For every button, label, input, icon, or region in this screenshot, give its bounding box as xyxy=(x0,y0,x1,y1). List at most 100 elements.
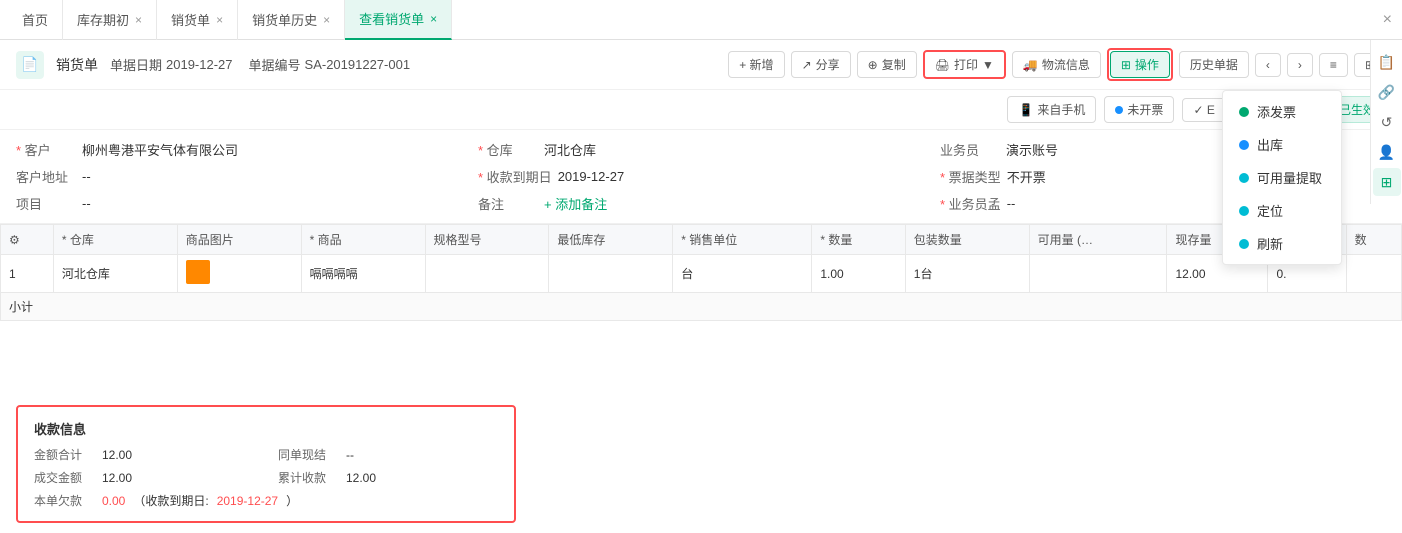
action-row: 📱 来自手机 未开票 ✓ E ✓ 已核销 ✓ 已生效 xyxy=(0,90,1402,130)
address-label: 客户地址 xyxy=(16,167,76,186)
total-value: 12.00 xyxy=(102,448,132,462)
ticket-label: 票据类型 xyxy=(940,167,1001,186)
tab-view-sales[interactable]: 查看销货单 × xyxy=(345,0,452,40)
sidebar-icon-link[interactable]: 🔗 xyxy=(1373,78,1401,106)
dropdown-refresh[interactable]: 刷新 xyxy=(1223,227,1341,260)
cumulative-label: 累计收款 xyxy=(278,469,338,486)
window-close-button[interactable]: × xyxy=(1383,11,1392,29)
customer-label: 客户 xyxy=(16,140,76,159)
ops-highlight-border: ⊞ 操作 xyxy=(1107,48,1173,81)
sidebar-icon-expand[interactable]: ⊞ xyxy=(1373,168,1401,196)
next-button[interactable]: › xyxy=(1287,53,1313,77)
sidebar-icon-refresh[interactable]: ↺ xyxy=(1373,108,1401,136)
tab-close-inventory[interactable]: × xyxy=(135,13,142,27)
row-available xyxy=(1029,255,1167,293)
owe-note: （收款到期日: xyxy=(133,492,208,509)
doc-title-area: 📄 销货单 单据日期 2019-12-27 单据编号 SA-20191227-0… xyxy=(16,51,728,79)
table-section: ⚙ * 仓库 商品图片 * 商品 规格型号 最低库存 * 销售单位 * 数量 包… xyxy=(0,224,1402,395)
doc-icon: 📄 xyxy=(16,51,44,79)
row-amount xyxy=(1346,255,1401,293)
project-value: -- xyxy=(82,196,91,211)
doc-date-label: 单据日期 2019-12-27 xyxy=(110,55,233,74)
table-header-row: ⚙ * 仓库 商品图片 * 商品 规格型号 最低库存 * 销售单位 * 数量 包… xyxy=(1,225,1402,255)
total-label: 金额合计 xyxy=(34,446,94,463)
payment-box: 收款信息 金额合计 12.00 同单现结 -- 成交金额 12.00 累计收款 … xyxy=(16,405,516,523)
product-image xyxy=(186,260,210,284)
same-order-value: -- xyxy=(346,448,354,462)
copy-button[interactable]: ⊕ 复制 xyxy=(857,51,917,78)
row-qty: 1.00 xyxy=(812,255,905,293)
address-value: -- xyxy=(82,169,91,184)
cumulative-item: 累计收款 12.00 xyxy=(278,469,498,486)
not-open-button[interactable]: 未开票 xyxy=(1104,96,1174,123)
add-note-button[interactable]: + 添加备注 xyxy=(544,194,607,213)
staff-value: 演示账号 xyxy=(1006,140,1058,159)
due-date-label: 收款到期日 xyxy=(478,167,552,186)
tab-close-history[interactable]: × xyxy=(323,13,330,27)
row-min-stock xyxy=(549,255,673,293)
history-button[interactable]: 历史单据 xyxy=(1179,51,1249,78)
logistics-button[interactable]: 🚚 物流信息 xyxy=(1012,51,1101,78)
refresh-dot-icon xyxy=(1239,239,1249,249)
sidebar-icon-notes[interactable]: 📋 xyxy=(1373,48,1401,76)
tab-sales-order[interactable]: 销货单 × xyxy=(157,0,238,40)
deal-amount-item: 成交金额 12.00 xyxy=(34,469,254,486)
deal-label: 成交金额 xyxy=(34,469,94,486)
dropdown-ship-out[interactable]: 出库 xyxy=(1223,128,1341,161)
tab-close-sales[interactable]: × xyxy=(216,13,223,27)
tab-sales-history[interactable]: 销货单历史 × xyxy=(238,0,345,40)
confirm-button[interactable]: ✓ E xyxy=(1182,98,1225,122)
print-button[interactable]: 🖨 打印 ▼ xyxy=(923,50,1006,79)
toolbar: + 新增 ↗ 分享 ⊕ 复制 🖨 打印 ▼ 🚚 物流信息 xyxy=(728,48,1386,81)
from-phone-button[interactable]: 📱 来自手机 xyxy=(1007,96,1096,123)
subtotal-row: 小计 xyxy=(1,293,1402,321)
col-spec: 规格型号 xyxy=(425,225,549,255)
customer-value: 柳州粤港平安气体有限公司 xyxy=(82,140,238,159)
add-invoice-dot-icon xyxy=(1239,107,1249,117)
table-row: 1 河北仓库 嗝嗝嗝嗝 台 1.00 1台 12.00 0. xyxy=(1,255,1402,293)
dropdown-add-invoice[interactable]: 添发票 xyxy=(1223,95,1341,128)
col-warehouse: * 仓库 xyxy=(53,225,177,255)
row-no: 1 xyxy=(1,255,54,293)
tab-inventory-initial[interactable]: 库存期初 × xyxy=(63,0,157,40)
cumulative-value: 12.00 xyxy=(346,471,376,485)
col-settings[interactable]: ⚙ xyxy=(1,225,54,255)
row-spec xyxy=(425,255,549,293)
tab-home[interactable]: 首页 xyxy=(8,0,63,40)
row-unit: 台 xyxy=(673,255,812,293)
row-img xyxy=(177,255,301,293)
col-img: 商品图片 xyxy=(177,225,301,255)
sales-value: -- xyxy=(1007,196,1016,211)
note-label: 备注 xyxy=(478,194,538,213)
col-pkg-qty: 包装数量 xyxy=(905,225,1029,255)
col-min-stock: 最低库存 xyxy=(549,225,673,255)
deal-value: 12.00 xyxy=(102,471,132,485)
same-order-item: 同单现结 -- xyxy=(278,446,498,463)
tab-close-view[interactable]: × xyxy=(430,12,437,26)
new-button[interactable]: + 新增 xyxy=(728,51,784,78)
owe-note-end: ） xyxy=(286,492,298,509)
col-product: * 商品 xyxy=(301,225,425,255)
staff-label: 业务员 xyxy=(940,140,1000,159)
owe-date: 2019-12-27 xyxy=(217,494,278,508)
project-label: 项目 xyxy=(16,194,76,213)
right-sidebar: 📋 🔗 ↺ 👤 ⊞ xyxy=(1370,40,1402,204)
prev-button[interactable]: ‹ xyxy=(1255,53,1281,77)
ops-button[interactable]: ⊞ 操作 xyxy=(1110,51,1170,78)
dropdown-locate[interactable]: 定位 xyxy=(1223,194,1341,227)
dropdown-available-extract[interactable]: 可用量提取 xyxy=(1223,161,1341,194)
ops-grid-icon: ⊞ xyxy=(1121,58,1131,72)
view1-button[interactable]: ≡ xyxy=(1319,53,1348,77)
share-button[interactable]: ↗ 分享 xyxy=(791,51,851,78)
warehouse-label: 仓库 xyxy=(478,140,538,159)
due-date-value: 2019-12-27 xyxy=(558,169,625,184)
sidebar-icon-user[interactable]: 👤 xyxy=(1373,138,1401,166)
note-field: 备注 + 添加备注 xyxy=(478,194,924,213)
payment-title: 收款信息 xyxy=(34,419,498,438)
row-warehouse: 河北仓库 xyxy=(53,255,177,293)
address-field: 客户地址 -- xyxy=(16,167,462,186)
doc-meta: 单据日期 2019-12-27 单据编号 SA-20191227-001 xyxy=(110,55,410,74)
owe-item: 本单欠款 0.00 （收款到期日: 2019-12-27 ） xyxy=(34,492,498,509)
doc-no-label: 单据编号 SA-20191227-001 xyxy=(249,55,411,74)
row-pkg-qty: 1台 xyxy=(905,255,1029,293)
